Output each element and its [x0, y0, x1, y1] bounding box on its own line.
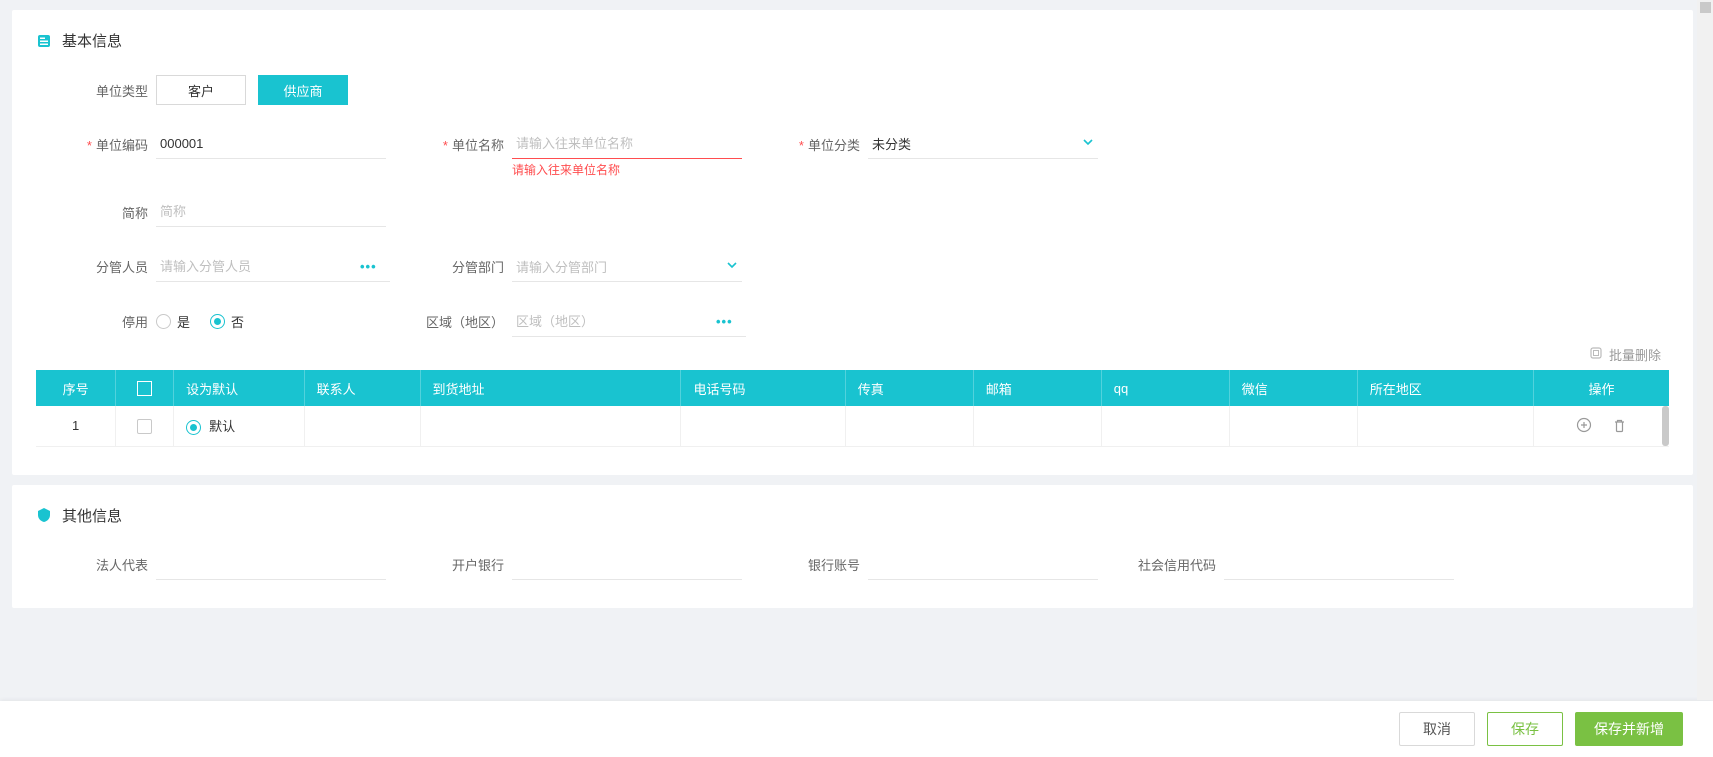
row-checkbox[interactable]	[116, 406, 174, 446]
dept-placeholder: 请输入分管部门	[516, 257, 607, 276]
th-email: 邮箱	[973, 370, 1101, 406]
basic-section-title: 基本信息	[62, 30, 122, 51]
credit-code-label: 社会信用代码	[1134, 555, 1224, 574]
row-phone-cell[interactable]	[681, 406, 845, 446]
row-email-cell[interactable]	[973, 406, 1101, 446]
row-contact-cell[interactable]	[304, 406, 420, 446]
scroll-up-icon[interactable]	[1700, 2, 1711, 13]
bank-acct-input[interactable]	[868, 550, 1098, 580]
th-fax: 传真	[845, 370, 973, 406]
short-name-input[interactable]	[156, 197, 386, 227]
table-row: 1 默认	[36, 406, 1669, 446]
row-area-cell[interactable]	[1357, 406, 1533, 446]
th-phone: 电话号码	[681, 370, 845, 406]
scroll-area[interactable]: 基本信息 单位类型 客户 供应商 单位编码	[12, 10, 1701, 637]
add-row-icon[interactable]	[1574, 415, 1594, 435]
bank-acct-label: 银行账号	[778, 555, 868, 574]
legal-label: 法人代表	[66, 555, 156, 574]
unit-type-label: 单位类型	[66, 81, 156, 100]
batch-delete-icon	[1589, 346, 1603, 363]
dept-label: 分管部门	[422, 257, 512, 276]
footer-bar: 取消 保存 保存并新增	[0, 701, 1713, 757]
th-default: 设为默认	[174, 370, 304, 406]
bank-label: 开户银行	[422, 555, 512, 574]
chevron-down-icon	[726, 259, 738, 274]
short-name-label: 简称	[66, 203, 156, 222]
unit-class-value: 未分类	[872, 134, 911, 153]
other-section-title: 其他信息	[62, 505, 122, 526]
th-action: 操作	[1534, 370, 1669, 406]
batch-delete-label: 批量删除	[1609, 345, 1661, 364]
save-and-add-button[interactable]: 保存并新增	[1575, 712, 1683, 746]
bank-input[interactable]	[512, 550, 742, 580]
unit-code-label: 单位编码	[66, 135, 156, 154]
basic-form: 单位类型 客户 供应商 单位编码 单位名称	[36, 75, 1669, 337]
row-wechat-cell[interactable]	[1229, 406, 1357, 446]
contacts-table-wrap: 序号 设为默认 联系人 到货地址 电话号码 传真 邮箱 qq 微信 所在地区 操…	[36, 370, 1669, 447]
other-section-header: 其他信息	[36, 505, 1669, 526]
page-root: 基本信息 单位类型 客户 供应商 单位编码	[0, 0, 1713, 757]
th-wechat: 微信	[1229, 370, 1357, 406]
region-more-icon[interactable]: •••	[712, 314, 737, 329]
save-button[interactable]: 保存	[1487, 712, 1563, 746]
th-contact: 联系人	[304, 370, 420, 406]
region-label: 区域（地区）	[422, 312, 512, 331]
other-form: 法人代表 开户银行 银行账号 社会信用代码	[36, 550, 1669, 580]
delete-row-icon[interactable]	[1609, 416, 1629, 436]
row-address-cell[interactable]	[420, 406, 681, 446]
basic-info-icon	[36, 33, 52, 49]
table-scrollbar[interactable]	[1662, 406, 1669, 446]
disabled-label: 停用	[66, 312, 156, 331]
disabled-yes-radio[interactable]: 是	[156, 312, 190, 331]
disabled-no-radio[interactable]: 否	[210, 312, 244, 331]
scroll-track[interactable]	[1700, 16, 1711, 684]
region-input[interactable]	[512, 306, 712, 336]
credit-code-input[interactable]	[1224, 550, 1454, 580]
unit-type-supplier[interactable]: 供应商	[258, 75, 348, 105]
manager-input[interactable]	[156, 251, 356, 281]
contacts-table: 序号 设为默认 联系人 到货地址 电话号码 传真 邮箱 qq 微信 所在地区 操…	[36, 370, 1669, 447]
th-checkbox[interactable]	[116, 370, 174, 406]
unit-class-select[interactable]: 未分类	[868, 129, 1098, 159]
chevron-down-icon	[1082, 136, 1094, 151]
row-fax-cell[interactable]	[845, 406, 973, 446]
dept-select[interactable]: 请输入分管部门	[512, 252, 742, 282]
legal-input[interactable]	[156, 550, 386, 580]
unit-code-input[interactable]	[156, 129, 386, 159]
unit-name-label: 单位名称	[422, 135, 512, 154]
unit-name-input[interactable]	[512, 129, 742, 159]
page-scrollbar[interactable]	[1697, 0, 1713, 700]
row-default-radio[interactable]: 默认	[174, 406, 304, 446]
th-area: 所在地区	[1357, 370, 1533, 406]
row-index: 1	[36, 406, 116, 446]
cancel-button[interactable]: 取消	[1399, 712, 1475, 746]
th-index: 序号	[36, 370, 116, 406]
unit-class-label: 单位分类	[778, 135, 868, 154]
other-info-card: 其他信息 法人代表 开户银行 银行账号	[12, 485, 1693, 608]
batch-delete-button[interactable]: 批量删除	[36, 345, 1669, 364]
unit-type-customer[interactable]: 客户	[156, 75, 246, 105]
other-info-icon	[36, 507, 52, 523]
basic-info-card: 基本信息 单位类型 客户 供应商 单位编码	[12, 10, 1693, 475]
th-qq: qq	[1101, 370, 1229, 406]
manager-more-icon[interactable]: •••	[356, 259, 381, 274]
basic-section-header: 基本信息	[36, 30, 1669, 51]
unit-name-error: 请输入往来单位名称	[512, 161, 620, 178]
row-qq-cell[interactable]	[1101, 406, 1229, 446]
th-address: 到货地址	[420, 370, 681, 406]
manager-label: 分管人员	[66, 257, 156, 276]
